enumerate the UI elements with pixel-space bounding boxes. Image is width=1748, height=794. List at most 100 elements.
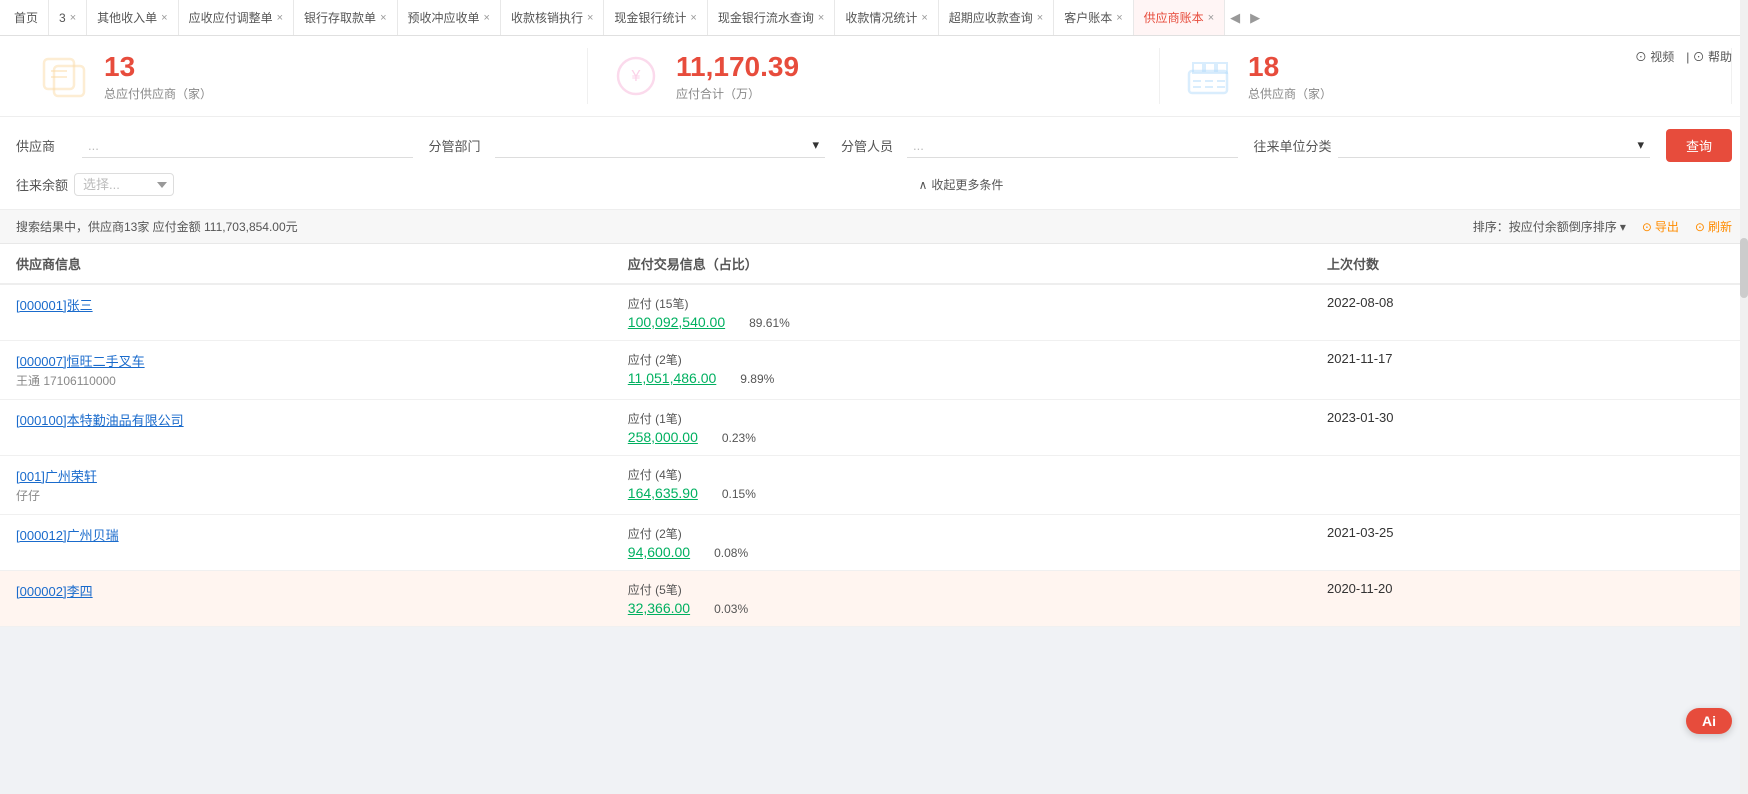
table-cell-transaction: 应付 (15笔) 100,092,540.00 89.61% <box>612 284 1311 341</box>
nav-tab-customer-ledger[interactable]: 客户账本 × <box>1054 0 1133 36</box>
nav-tab-overdue-ar-label: 超期应收款查询 <box>949 9 1033 26</box>
result-actions: 排序：按应付余额倒序排序 ▾ ⊙ 导出 ⊙ 刷新 <box>1473 218 1732 235</box>
tx-amount[interactable]: 258,000.00 <box>628 429 698 445</box>
chevron-up-icon: ∧ <box>919 178 928 192</box>
nav-tab-ar-ap-adjust[interactable]: 应收应付调整单 × <box>179 0 294 36</box>
stats-bar: 13 总应付供应商（家） ¥ 11,170.39 应付合计（万） <box>0 36 1748 117</box>
department-filter-select[interactable]: ▾ <box>495 133 826 158</box>
table-cell-supplier: [000012]广州贝瑞 <box>0 515 612 571</box>
supplier-table: 供应商信息 应付交易信息（占比） 上次付数 [000001]张三 应付 (15笔… <box>0 244 1748 627</box>
close-icon[interactable]: × <box>818 12 824 24</box>
balance-filter-label: 往来余额 <box>16 175 68 194</box>
stat-text-total-suppliers: 18 总供应商（家） <box>1248 50 1332 103</box>
supplier-link[interactable]: [001]广州荣轩 <box>16 469 97 484</box>
refresh-button[interactable]: ⊙ 刷新 <box>1695 218 1732 235</box>
filter-bar: 供应商 分管部门 ▾ 分管人员 往来单位分类 ▾ 查询 往来余额 选择 <box>0 117 1748 210</box>
data-table-container: 供应商信息 应付交易信息（占比） 上次付数 [000001]张三 应付 (15笔… <box>0 244 1748 627</box>
tx-amount[interactable]: 100,092,540.00 <box>628 314 725 330</box>
close-icon[interactable]: × <box>161 12 167 24</box>
col-header-transaction: 应付交易信息（占比） <box>612 244 1311 284</box>
department-filter-label: 分管部门 <box>429 136 489 155</box>
table-cell-transaction: 应付 (5笔) 32,366.00 0.03% <box>612 571 1311 627</box>
stat-label-total-payable: 应付合计（万） <box>676 85 799 102</box>
export-icon: ⊙ <box>1642 220 1652 234</box>
table-cell-lastpay: 2020-11-20 <box>1311 571 1748 627</box>
table-cell-transaction: 应付 (4笔) 164,635.90 0.15% <box>612 456 1311 515</box>
help-link[interactable]: | ⊙ 帮助 <box>1686 48 1732 65</box>
nav-tab-overdue-ar[interactable]: 超期应收款查询 × <box>939 0 1054 36</box>
nav-tab-collection-stats[interactable]: 收款情况统计 × <box>835 0 938 36</box>
nav-tab-collection-exec[interactable]: 收款核销执行 × <box>501 0 604 36</box>
collapse-label: 收起更多条件 <box>931 176 1003 193</box>
total-suppliers-icon <box>1180 48 1236 104</box>
table-header-row: 供应商信息 应付交易信息（占比） 上次付数 <box>0 244 1748 284</box>
close-icon[interactable]: × <box>277 12 283 24</box>
transaction-info: 应付 (4笔) 164,635.90 0.15% <box>628 466 1295 501</box>
stat-number-total-suppliers: 18 <box>1248 50 1332 84</box>
nav-tab-cash-bank-flow[interactable]: 现金银行流水查询 × <box>708 0 835 36</box>
nav-tab-home[interactable]: 首页 <box>4 0 49 36</box>
filter-item-category: 往来单位分类 ▾ <box>1254 133 1651 158</box>
top-right-links: ⊙ 视频 | ⊙ 帮助 <box>1635 48 1732 65</box>
table-row: [000007]恒旺二手叉车王通 17106110000 应付 (2笔) 11,… <box>0 341 1748 400</box>
nav-tab-3-label: 3 <box>59 11 66 25</box>
supplier-link[interactable]: [000002]李四 <box>16 584 93 599</box>
manager-filter-input[interactable] <box>907 134 1238 158</box>
supplier-link[interactable]: [000012]广州贝瑞 <box>16 528 119 543</box>
sort-button[interactable]: 排序：按应付余额倒序排序 ▾ <box>1473 218 1626 235</box>
table-cell-supplier: [000002]李四 <box>0 571 612 627</box>
table-cell-lastpay <box>1311 456 1748 515</box>
close-icon[interactable]: × <box>690 12 696 24</box>
close-icon[interactable]: × <box>380 12 386 24</box>
chevron-down-icon: ▾ <box>1637 137 1644 153</box>
col-header-supplier: 供应商信息 <box>0 244 612 284</box>
sort-label: 排序：按应付余额倒序排序 <box>1473 218 1617 235</box>
supplier-filter-input[interactable] <box>82 134 413 158</box>
scrollbar-thumb[interactable] <box>1740 238 1748 298</box>
nav-tab-3[interactable]: 3 × <box>49 0 87 36</box>
close-icon[interactable]: × <box>587 12 593 24</box>
transaction-info: 应付 (5笔) 32,366.00 0.03% <box>628 581 1295 616</box>
table-row: [000100]本特勤油品有限公司 应付 (1笔) 258,000.00 0.2… <box>0 400 1748 456</box>
close-icon[interactable]: × <box>70 12 76 24</box>
table-cell-supplier: [001]广州荣轩仔仔 <box>0 456 612 515</box>
nav-tab-advance-receipt-label: 预收冲应收单 <box>408 9 480 26</box>
close-icon[interactable]: × <box>1116 12 1122 24</box>
export-button[interactable]: ⊙ 导出 <box>1642 218 1679 235</box>
category-filter-select[interactable]: ▾ <box>1338 133 1650 158</box>
close-icon[interactable]: × <box>1208 12 1214 24</box>
supplier-link[interactable]: [000001]张三 <box>16 298 93 313</box>
nav-left-arrow[interactable]: ◀ <box>1225 0 1245 36</box>
supplier-link[interactable]: [000100]本特勤油品有限公司 <box>16 413 184 428</box>
collapse-button[interactable]: ∧ 收起更多条件 <box>919 172 1004 197</box>
tx-amount[interactable]: 11,051,486.00 <box>628 370 717 386</box>
supplier-link[interactable]: [000007]恒旺二手叉车 <box>16 354 145 369</box>
supplier-sub: 王通 17106110000 <box>16 372 596 389</box>
nav-tab-advance-receipt[interactable]: 预收冲应收单 × <box>398 0 501 36</box>
tx-amount[interactable]: 94,600.00 <box>628 544 690 560</box>
balance-filter-select[interactable]: 选择... <box>74 173 174 196</box>
result-summary: 搜索结果中，供应商13家 应付金额 111,703,854.00元 <box>16 218 298 235</box>
nav-tab-other-income[interactable]: 其他收入单 × <box>87 0 178 36</box>
nav-tab-bank-deposit[interactable]: 银行存取款单 × <box>294 0 397 36</box>
close-icon[interactable]: × <box>921 12 927 24</box>
tx-amount[interactable]: 164,635.90 <box>628 485 698 501</box>
filter-item-department: 分管部门 ▾ <box>429 133 826 158</box>
nav-tab-cash-bank-flow-label: 现金银行流水查询 <box>718 9 814 26</box>
tx-label: 应付 (2笔) <box>628 525 1295 542</box>
nav-tab-cash-bank-stats[interactable]: 现金银行统计 × <box>604 0 707 36</box>
tx-amount[interactable]: 32,366.00 <box>628 600 690 616</box>
query-button[interactable]: 查询 <box>1666 129 1732 162</box>
ai-button[interactable]: Ai <box>1686 708 1732 734</box>
video-link[interactable]: ⊙ 视频 <box>1635 48 1674 65</box>
total-payable-icon: ¥ <box>608 48 664 104</box>
tx-percent: 0.03% <box>714 602 748 616</box>
nav-tab-home-label: 首页 <box>14 9 38 26</box>
manager-filter-label: 分管人员 <box>841 136 901 155</box>
table-cell-lastpay: 2023-01-30 <box>1311 400 1748 456</box>
nav-tab-supplier-ledger[interactable]: 供应商账本 × <box>1134 0 1225 36</box>
close-icon[interactable]: × <box>484 12 490 24</box>
nav-right-arrow[interactable]: ▶ <box>1245 0 1265 36</box>
table-row: [000012]广州贝瑞 应付 (2笔) 94,600.00 0.08% 202… <box>0 515 1748 571</box>
close-icon[interactable]: × <box>1037 12 1043 24</box>
